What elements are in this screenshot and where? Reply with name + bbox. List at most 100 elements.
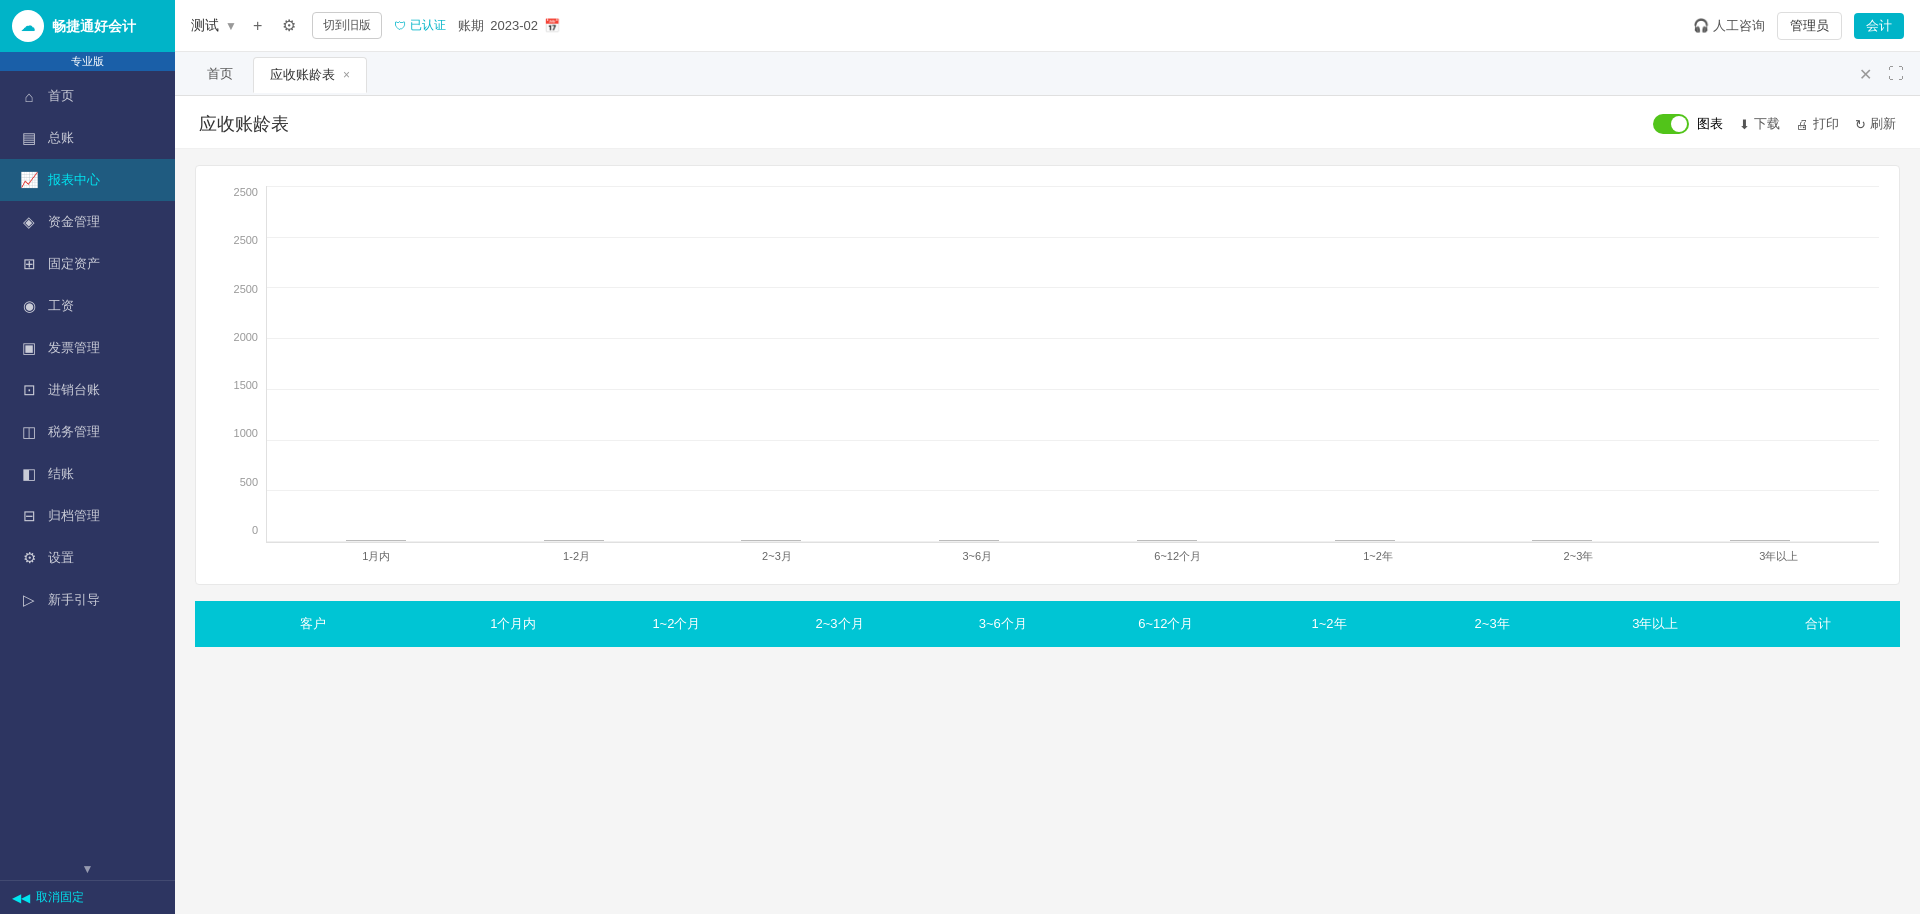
sidebar-item-newbie[interactable]: ▷ 新手引导 [0, 579, 175, 621]
main-area: 测试 ▼ + ⚙ 切到旧版 🛡 已认证 账期 2023-02 📅 🎧 人工咨询 … [175, 0, 1920, 914]
refresh-button[interactable]: ↻ 刷新 [1855, 115, 1896, 133]
sidebar-item-label: 报表中心 [48, 171, 100, 189]
manager-button[interactable]: 管理员 [1777, 12, 1842, 40]
calendar-icon[interactable]: 📅 [544, 18, 560, 33]
sidebar-item-invoice[interactable]: ▣ 发票管理 [0, 327, 175, 369]
sidebar-logo: ☁ 畅捷通好会计 [0, 0, 175, 52]
shield-icon: 🛡 [394, 19, 406, 33]
company-selector[interactable]: 测试 ▼ [191, 17, 237, 35]
bar-group [1464, 540, 1662, 542]
table-header-cell-8: 3年以上 [1574, 601, 1737, 647]
bar-group [1068, 540, 1266, 542]
sidebar-item-label: 首页 [48, 87, 74, 105]
page-inner: 应收账龄表 图表 ⬇ 下载 🖨 打印 [175, 96, 1920, 914]
x-axis-label: 2~3年 [1478, 543, 1678, 564]
page-title: 应收账龄表 [199, 112, 289, 136]
sidebar-scroll-down[interactable]: ▼ [0, 858, 175, 880]
window-close-icon[interactable]: ✕ [1859, 64, 1872, 83]
y-axis-label: 1500 [234, 379, 258, 391]
table-header-cell-7: 2~3年 [1411, 601, 1574, 647]
sidebar-item-ledger[interactable]: ▤ 总账 [0, 117, 175, 159]
sidebar-item-label: 税务管理 [48, 423, 100, 441]
tabbar: 首页 应收账龄表 × ✕ ⛶ [175, 52, 1920, 96]
chart-toggle[interactable]: 图表 [1653, 114, 1723, 134]
bar-2~3年 [1532, 540, 1592, 542]
sidebar-item-tax[interactable]: ◫ 税务管理 [0, 411, 175, 453]
sidebar-item-archive[interactable]: ⊟ 归档管理 [0, 495, 175, 537]
y-axis-label: 0 [252, 524, 258, 536]
logo-icon: ☁ [12, 10, 44, 42]
old-version-button[interactable]: 切到旧版 [312, 12, 382, 39]
inventory-icon: ⊡ [20, 381, 38, 399]
company-name: 测试 [191, 17, 219, 35]
logo-text-block: 畅捷通好会计 [52, 18, 136, 35]
sidebar-item-asset[interactable]: ⊞ 固定资产 [0, 243, 175, 285]
sidebar-item-closing[interactable]: ◧ 结账 [0, 453, 175, 495]
archive-icon: ⊟ [20, 507, 38, 525]
bar-3年以上 [1730, 540, 1790, 542]
wage-icon: ◉ [20, 297, 38, 315]
x-axis-label: 3~6月 [877, 543, 1077, 564]
sidebar-item-label: 进销台账 [48, 381, 100, 399]
download-icon: ⬇ [1739, 117, 1750, 132]
sidebar-item-fund[interactable]: ◈ 资金管理 [0, 201, 175, 243]
window-expand-icon[interactable]: ⛶ [1888, 65, 1904, 83]
toggle-track[interactable] [1653, 114, 1689, 134]
x-axis-label: 1-2月 [476, 543, 676, 564]
certified-badge: 🛡 已认证 [394, 17, 446, 34]
tab-close-icon[interactable]: × [343, 68, 350, 82]
x-axis-label: 1月内 [276, 543, 476, 564]
topbar-settings-icon[interactable]: ⚙ [278, 12, 300, 39]
add-company-button[interactable]: + [249, 13, 266, 39]
x-axis-label: 6~12个月 [1078, 543, 1278, 564]
bar-group [673, 540, 871, 542]
role-button[interactable]: 会计 [1854, 13, 1904, 39]
sidebar-item-home[interactable]: ⌂ 首页 [0, 75, 175, 117]
bar-group [277, 540, 475, 542]
table-header-row: 客户 1个月内 1~2个月 2~3个月 3~6个月 6~12个月 1~2年 2~… [195, 601, 1900, 647]
tab-receivable-aging[interactable]: 应收账龄表 × [253, 57, 367, 93]
bar-1-2月 [544, 540, 604, 542]
asset-icon: ⊞ [20, 255, 38, 273]
print-icon: 🖨 [1796, 117, 1809, 132]
sidebar-item-label: 归档管理 [48, 507, 100, 525]
cancel-fixed-button[interactable]: ◀◀ 取消固定 [0, 880, 175, 914]
sidebar-item-label: 总账 [48, 129, 74, 147]
fund-icon: ◈ [20, 213, 38, 231]
sidebar-item-wage[interactable]: ◉ 工资 [0, 285, 175, 327]
bar-2~3月 [741, 540, 801, 542]
toggle-thumb [1671, 116, 1687, 132]
newbie-icon: ▷ [20, 591, 38, 609]
tab-home[interactable]: 首页 [191, 57, 249, 91]
x-axis-label: 3年以上 [1679, 543, 1879, 564]
download-button[interactable]: ⬇ 下载 [1739, 115, 1780, 133]
table-header-cell-9: 合计 [1737, 601, 1900, 647]
certified-label: 已认证 [410, 17, 446, 34]
y-axis-label: 2500 [234, 186, 258, 198]
consult-button[interactable]: 🎧 人工咨询 [1693, 17, 1765, 35]
report-icon: 📈 [20, 171, 38, 189]
sidebar-item-report[interactable]: 📈 报表中心 [0, 159, 175, 201]
sidebar-item-settings[interactable]: ⚙ 设置 [0, 537, 175, 579]
bar-group [870, 540, 1068, 542]
y-axis-label: 500 [240, 476, 258, 488]
topbar: 测试 ▼ + ⚙ 切到旧版 🛡 已认证 账期 2023-02 📅 🎧 人工咨询 … [175, 0, 1920, 52]
chart-toggle-label: 图表 [1697, 115, 1723, 133]
sidebar-item-label: 发票管理 [48, 339, 100, 357]
logo-name: 畅捷通好会计 [52, 18, 136, 35]
chevron-down-icon: ▼ [225, 19, 237, 33]
tax-icon: ◫ [20, 423, 38, 441]
sidebar-item-label: 工资 [48, 297, 74, 315]
y-axis-label: 2000 [234, 331, 258, 343]
table-header-cell-1: 1个月内 [432, 601, 595, 647]
bar-chart-container: 2500250025002000150010005000 [195, 165, 1900, 585]
print-button[interactable]: 🖨 打印 [1796, 115, 1839, 133]
bar-6~12个月 [1137, 540, 1197, 542]
period-text-label: 账期 [458, 17, 484, 35]
bar-group [1661, 540, 1859, 542]
table-header-cell-5: 6~12个月 [1084, 601, 1247, 647]
headset-icon: 🎧 [1693, 18, 1709, 33]
settings-icon: ⚙ [20, 549, 38, 567]
sidebar-item-inventory[interactable]: ⊡ 进销台账 [0, 369, 175, 411]
table-section: 客户 1个月内 1~2个月 2~3个月 3~6个月 6~12个月 1~2年 2~… [195, 601, 1900, 647]
